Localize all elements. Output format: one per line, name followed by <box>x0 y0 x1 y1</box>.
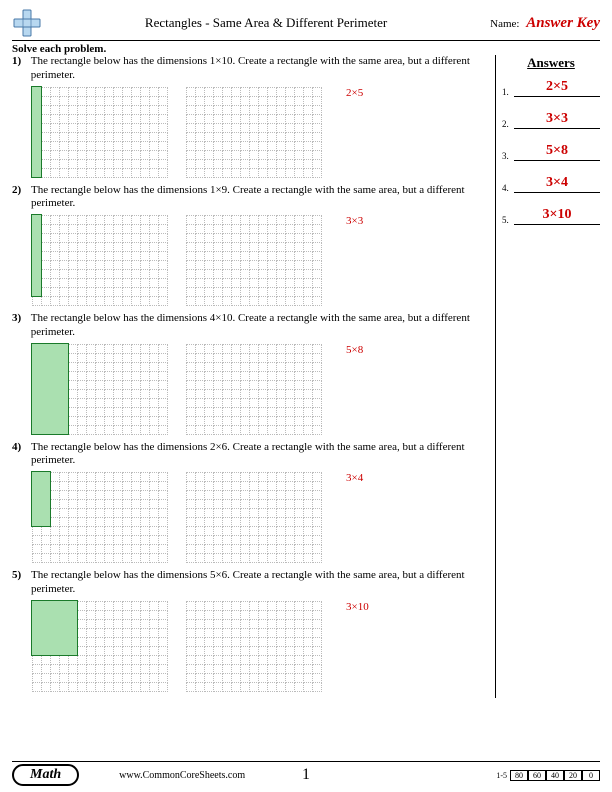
answer-value: 3×4 <box>514 175 600 193</box>
given-rectangle <box>31 343 69 435</box>
score-box: 0 <box>582 770 600 781</box>
answer-line: 1.2×5 <box>502 79 600 97</box>
answer-grid[interactable] <box>186 472 322 563</box>
answer-number: 2. <box>502 119 514 129</box>
score-range: 1-5 <box>496 771 507 780</box>
problem: 3)The rectangle below has the dimensions… <box>12 312 487 435</box>
answer-hint: 3×4 <box>346 472 363 484</box>
given-rectangle <box>31 86 42 178</box>
problems-column: 1)The rectangle below has the dimensions… <box>12 55 495 698</box>
answer-value: 3×3 <box>514 111 600 129</box>
problem-number: 3) <box>12 312 31 340</box>
subject-badge: Math <box>12 764 79 786</box>
answer-number: 3. <box>502 151 514 161</box>
problem: 4)The rectangle below has the dimensions… <box>12 441 487 564</box>
answer-hint: 3×10 <box>346 601 369 613</box>
answer-grid[interactable] <box>186 215 322 306</box>
given-rectangle <box>31 214 42 297</box>
given-rectangle <box>31 471 51 527</box>
problem-number: 4) <box>12 441 31 469</box>
given-grid <box>32 87 168 178</box>
name-label: Name: <box>490 18 519 30</box>
problem-number: 5) <box>12 569 31 597</box>
answer-number: 1. <box>502 87 514 97</box>
problem-number: 2) <box>12 184 31 212</box>
plus-logo-icon <box>12 8 42 38</box>
content: 1)The rectangle below has the dimensions… <box>12 55 600 698</box>
given-grid <box>32 215 168 306</box>
problem-text: The rectangle below has the dimensions 1… <box>31 184 487 212</box>
answer-line: 4.3×4 <box>502 175 600 193</box>
given-rectangle <box>31 600 78 656</box>
problem-text: The rectangle below has the dimensions 2… <box>31 441 487 469</box>
problem-number: 1) <box>12 55 31 83</box>
problem: 5)The rectangle below has the dimensions… <box>12 569 487 692</box>
score-bar: 1-5 806040200 <box>496 770 600 781</box>
answers-heading: Answers <box>502 55 600 71</box>
instruction: Solve each problem. <box>12 43 600 55</box>
answer-grid[interactable] <box>186 87 322 178</box>
problem-text: The rectangle below has the dimensions 4… <box>31 312 487 340</box>
problem: 2)The rectangle below has the dimensions… <box>12 184 487 307</box>
problem-text: The rectangle below has the dimensions 5… <box>31 569 487 597</box>
answer-grid[interactable] <box>186 344 322 435</box>
answer-grid[interactable] <box>186 601 322 692</box>
answer-line: 5.3×10 <box>502 207 600 225</box>
footer: Math www.CommonCoreSheets.com 1 1-5 8060… <box>12 761 600 786</box>
answers-column: Answers 1.2×5 2.3×3 3.5×8 4.3×4 5.3×10 <box>495 55 600 698</box>
score-box: 40 <box>546 770 564 781</box>
score-box: 60 <box>528 770 546 781</box>
answers-list: 1.2×5 2.3×3 3.5×8 4.3×4 5.3×10 <box>502 79 600 225</box>
answer-line: 3.5×8 <box>502 143 600 161</box>
answer-number: 5. <box>502 215 514 225</box>
answer-number: 4. <box>502 183 514 193</box>
answer-hint: 2×5 <box>346 87 363 99</box>
answer-hint: 5×8 <box>346 344 363 356</box>
problem: 1)The rectangle below has the dimensions… <box>12 55 487 178</box>
given-grid <box>32 472 168 563</box>
worksheet-title: Rectangles - Same Area & Different Perim… <box>42 15 490 31</box>
answer-value: 2×5 <box>514 79 600 97</box>
answer-value: 5×8 <box>514 143 600 161</box>
name-field: Name: Answer Key <box>490 15 600 32</box>
worksheet-page: Rectangles - Same Area & Different Perim… <box>0 0 612 792</box>
page-number: 1 <box>302 766 310 784</box>
name-value: Answer Key <box>526 15 600 31</box>
score-boxes: 806040200 <box>510 770 600 781</box>
problem-text: The rectangle below has the dimensions 1… <box>31 55 487 83</box>
answer-line: 2.3×3 <box>502 111 600 129</box>
header: Rectangles - Same Area & Different Perim… <box>12 8 600 41</box>
answer-value: 3×10 <box>514 207 600 225</box>
score-box: 20 <box>564 770 582 781</box>
answer-hint: 3×3 <box>346 215 363 227</box>
given-grid <box>32 344 168 435</box>
score-box: 80 <box>510 770 528 781</box>
given-grid <box>32 601 168 692</box>
